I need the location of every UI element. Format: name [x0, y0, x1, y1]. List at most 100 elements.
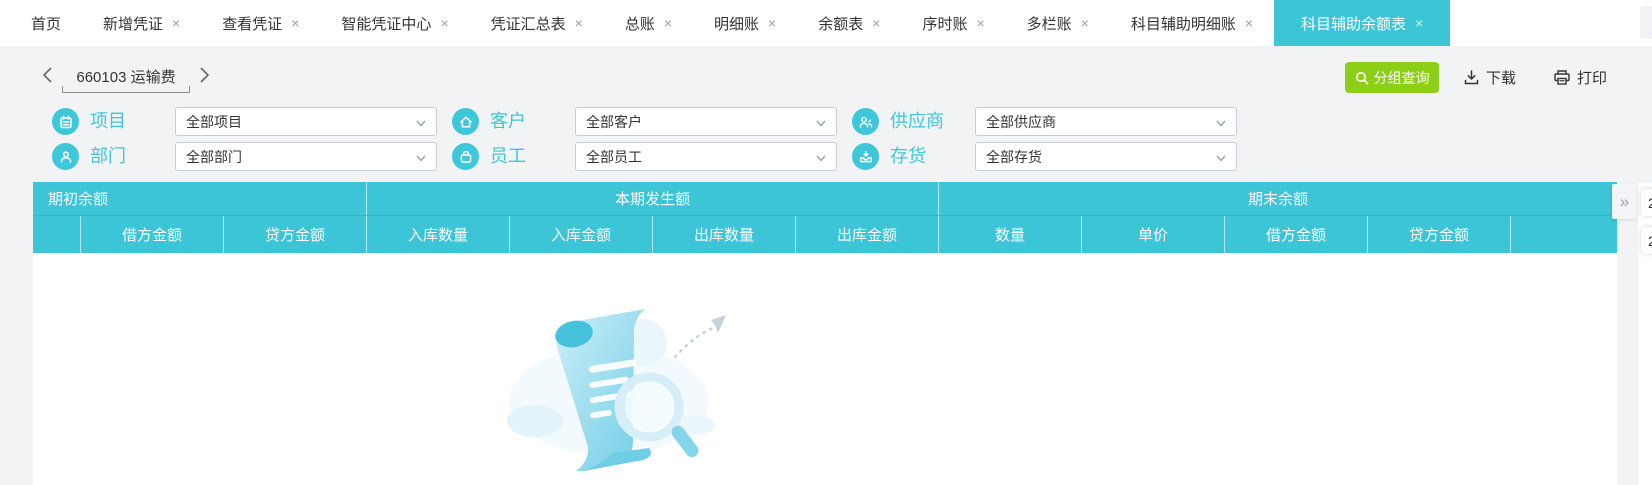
group-header-ending-balance: 期末余额 [938, 182, 1617, 215]
download-button[interactable]: 下载 [1463, 62, 1516, 93]
tab-subsidiary-ledger[interactable]: 明细账 × [693, 0, 797, 46]
header-cell-outbound-amount: 出库金额 [795, 216, 938, 253]
table-body-empty [33, 253, 1617, 485]
expand-panel-button[interactable]: » [1612, 184, 1637, 219]
tab-general-ledger[interactable]: 总账 × [604, 0, 693, 46]
close-icon[interactable]: × [872, 16, 880, 30]
group-header-current-period: 本期发生额 [366, 182, 938, 215]
tab-label: 明细账 [714, 15, 760, 33]
close-icon[interactable]: × [291, 16, 299, 30]
group-query-label: 分组查询 [1373, 69, 1430, 86]
period-chip-label: 2 [1648, 232, 1652, 249]
project-select[interactable]: 全部项目 [175, 107, 437, 136]
table-group-header-row: 期初余额 本期发生额 期末余额 [33, 182, 1617, 215]
period-chip[interactable]: 2 [1641, 227, 1652, 254]
toolbar: 660103 运输费 分组查询 下载 打印 [0, 46, 1652, 106]
briefcase-icon [452, 143, 479, 170]
tab-balance-sheet[interactable]: 余额表 × [797, 0, 901, 46]
filter-label: 供应商 [890, 111, 944, 131]
close-icon[interactable]: × [440, 16, 448, 30]
tab-label: 首页 [31, 15, 62, 33]
select-value: 全部存货 [986, 148, 1042, 165]
filter-label: 存货 [890, 146, 926, 166]
chevron-right-icon[interactable] [196, 66, 212, 84]
chevron-down-icon [1215, 117, 1227, 129]
download-icon [1463, 69, 1480, 86]
department-select[interactable]: 全部部门 [175, 142, 437, 171]
scroll-search-illustration [507, 309, 726, 471]
chevron-down-icon [815, 117, 827, 129]
tab-subject-aux-balance[interactable]: 科目辅助余额表 × [1274, 0, 1451, 46]
tab-label: 余额表 [818, 15, 864, 33]
filter-label: 客户 [490, 111, 526, 131]
close-icon[interactable]: × [1245, 16, 1253, 30]
app-window: 首页 新增凭证 × 查看凭证 × 智能凭证中心 × 凭证汇总表 × 总账 × 明细账 × 余… [0, 0, 1652, 485]
header-cell-outbound-qty: 出库数量 [652, 216, 795, 253]
breadcrumb-underline [62, 86, 190, 93]
close-icon[interactable]: × [172, 16, 180, 30]
header-cell-credit-amount: 贷方金额 [223, 216, 366, 253]
tab-smart-voucher-center[interactable]: 智能凭证中心 × [320, 0, 469, 46]
chevron-left-icon[interactable] [40, 66, 56, 84]
tab-view-voucher[interactable]: 查看凭证 × [201, 0, 320, 46]
tab-bar: 首页 新增凭证 × 查看凭证 × 智能凭证中心 × 凭证汇总表 × 总账 × 明细账 × 余… [0, 0, 1652, 46]
filter-label: 项目 [90, 111, 126, 131]
select-value: 全部项目 [186, 113, 242, 130]
tab-multi-column-ledger[interactable]: 多栏账 × [1006, 0, 1110, 46]
tab-label: 凭证汇总表 [490, 15, 566, 33]
print-button[interactable]: 打印 [1553, 62, 1607, 93]
group-query-button[interactable]: 分组查询 [1345, 62, 1439, 93]
breadcrumb[interactable]: 660103 运输费 [66, 66, 186, 87]
clipboard-icon [52, 108, 79, 135]
chevron-down-icon [815, 152, 827, 164]
header-cell-unit-price: 单价 [1081, 216, 1224, 253]
group-header-opening-balance: 期初余额 [48, 191, 109, 208]
customer-select[interactable]: 全部客户 [575, 107, 837, 136]
header-cell-debit-amount: 借方金额 [80, 216, 223, 253]
tab-overflow-chip[interactable] [1640, 6, 1652, 39]
select-value: 全部员工 [586, 148, 642, 165]
employee-select[interactable]: 全部员工 [575, 142, 837, 171]
user-icon [52, 143, 79, 170]
filter-label: 员工 [490, 146, 526, 166]
table-header: 期初余额 本期发生额 期末余额 借方金额 贷方金额 入库数量 入库金额 出库数量… [33, 182, 1617, 253]
close-icon[interactable]: × [1415, 16, 1423, 30]
header-cell-credit-amount-2: 贷方金额 [1367, 216, 1510, 253]
header-cell-quantity: 数量 [938, 216, 1081, 253]
tab-label: 总账 [624, 15, 655, 33]
tab-label: 科目辅助明细账 [1130, 15, 1236, 33]
tab-label: 查看凭证 [222, 15, 283, 33]
period-chip-label: 2 [1648, 194, 1652, 211]
close-icon[interactable]: × [575, 16, 583, 30]
chevron-down-icon [1215, 152, 1227, 164]
close-icon[interactable]: × [768, 16, 776, 30]
close-icon[interactable]: × [664, 16, 672, 30]
tab-journal[interactable]: 序时账 × [901, 0, 1005, 46]
select-value: 全部供应商 [986, 113, 1056, 130]
tab-add-voucher[interactable]: 新增凭证 × [82, 0, 201, 46]
filter-label: 部门 [90, 146, 126, 166]
close-icon[interactable]: × [976, 16, 984, 30]
close-icon[interactable]: × [1081, 16, 1089, 30]
tab-label: 序时账 [922, 15, 968, 33]
home-icon [452, 108, 479, 135]
print-label: 打印 [1577, 70, 1608, 87]
empty-state-illustration [497, 303, 729, 471]
download-label: 下载 [1486, 70, 1517, 87]
period-chip[interactable]: 2 [1641, 189, 1652, 216]
chevron-down-icon [415, 152, 427, 164]
tab-voucher-summary[interactable]: 凭证汇总表 × [470, 0, 604, 46]
header-cell-empty [33, 216, 80, 253]
tab-home[interactable]: 首页 [10, 0, 82, 46]
header-cell-inbound-qty: 入库数量 [366, 216, 509, 253]
tab-label: 科目辅助余额表 [1301, 15, 1407, 33]
select-value: 全部客户 [586, 113, 642, 130]
tab-label: 新增凭证 [103, 15, 164, 33]
tab-label: 智能凭证中心 [341, 15, 432, 33]
chevron-down-icon [415, 117, 427, 129]
tab-subject-aux-detail[interactable]: 科目辅助明细账 × [1110, 0, 1274, 46]
inventory-select[interactable]: 全部存货 [975, 142, 1237, 171]
inbox-icon [852, 143, 879, 170]
double-chevron-right-icon: » [1619, 191, 1630, 211]
supplier-select[interactable]: 全部供应商 [975, 107, 1237, 136]
